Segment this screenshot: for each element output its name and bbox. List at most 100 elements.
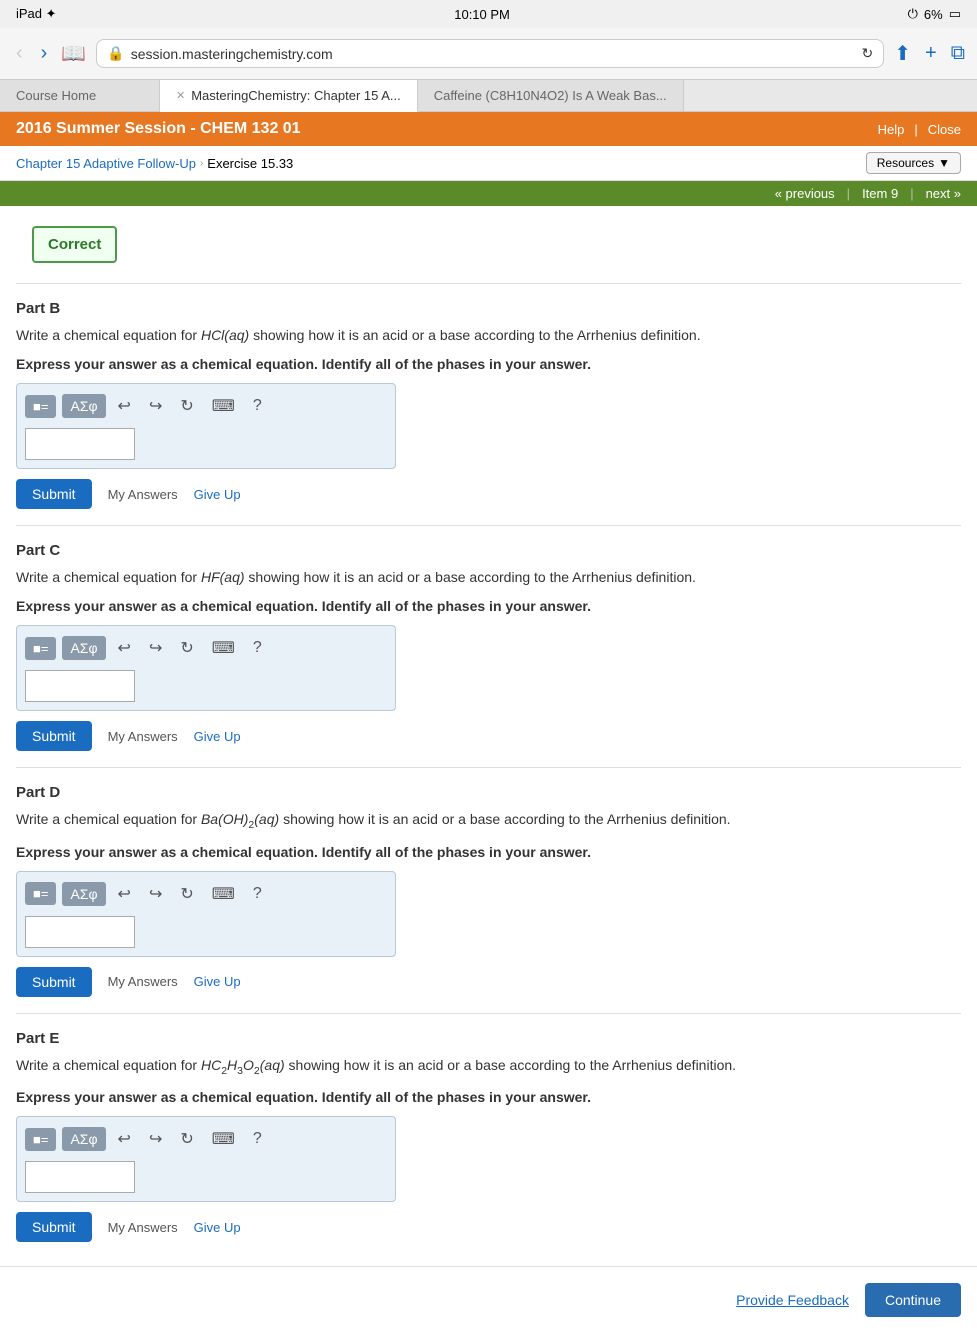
part-b-answer-box: ■= ΑΣφ ↩ ↪ ↻ ⌨ ? — [16, 383, 396, 469]
course-header: 2016 Summer Session - CHEM 132 01 Help |… — [0, 112, 977, 146]
part-e-formula: HC2H3O2(aq) — [201, 1057, 285, 1073]
forward-button[interactable]: › — [37, 42, 52, 65]
symbol-button[interactable]: ΑΣφ — [62, 1127, 105, 1151]
part-b-formula: HCl(aq) — [201, 327, 249, 343]
part-d-submit[interactable]: Submit — [16, 967, 92, 997]
matrix-button[interactable]: ■= — [25, 1128, 56, 1151]
tabs-icon[interactable]: ⧉ — [951, 42, 965, 65]
separator: | — [847, 186, 850, 201]
tab-label: Caffeine (C8H10N4O2) Is A Weak Bas... — [434, 88, 667, 103]
item-label: Item 9 — [862, 186, 898, 201]
course-header-links: Help | Close — [878, 122, 961, 137]
matrix-button[interactable]: ■= — [25, 637, 56, 660]
breadcrumb: Chapter 15 Adaptive Follow-Up › Exercise… — [16, 156, 293, 171]
part-e-input[interactable] — [25, 1161, 135, 1193]
lock-icon: 🔒 — [107, 45, 124, 62]
breadcrumb-bar: Chapter 15 Adaptive Follow-Up › Exercise… — [0, 146, 977, 181]
url-text: session.masteringchemistry.com — [131, 46, 333, 62]
part-c-description: Write a chemical equation for HF(aq) sho… — [16, 567, 961, 588]
correct-badge: Correct — [32, 226, 117, 263]
part-e-actions: Submit My Answers Give Up — [16, 1212, 961, 1242]
help-button[interactable]: ? — [247, 635, 268, 661]
undo-button[interactable]: ↩ — [112, 634, 137, 662]
part-c-input[interactable] — [25, 670, 135, 702]
status-bar-right: ⏻ 6% ▭ — [908, 6, 961, 22]
continue-button[interactable]: Continue — [865, 1283, 961, 1317]
part-b-give-up[interactable]: Give Up — [194, 487, 241, 502]
tab-caffeine[interactable]: Caffeine (C8H10N4O2) Is A Weak Bas... — [418, 80, 684, 111]
provide-feedback-link[interactable]: Provide Feedback — [736, 1292, 849, 1308]
status-bar: iPad ✦ 10:10 PM ⏻ 6% ▭ — [0, 0, 977, 28]
breadcrumb-separator: › — [200, 158, 203, 169]
keyboard-button[interactable]: ⌨ — [206, 392, 241, 420]
add-tab-icon[interactable]: + — [925, 42, 937, 65]
resources-button[interactable]: Resources ▼ — [866, 152, 961, 174]
breadcrumb-link[interactable]: Chapter 15 Adaptive Follow-Up — [16, 156, 196, 171]
symbol-button[interactable]: ΑΣφ — [62, 636, 105, 660]
help-button[interactable]: ? — [247, 393, 268, 419]
part-d-description: Write a chemical equation for Ba(OH)2(aq… — [16, 809, 961, 834]
part-c-answer-box: ■= ΑΣφ ↩ ↪ ↻ ⌨ ? — [16, 625, 396, 711]
part-b-input[interactable] — [25, 428, 135, 460]
part-b-submit[interactable]: Submit — [16, 479, 92, 509]
separator: | — [910, 186, 913, 201]
part-e-answer-box: ■= ΑΣφ ↩ ↪ ↻ ⌨ ? — [16, 1116, 396, 1202]
part-c-toolbar: ■= ΑΣφ ↩ ↪ ↻ ⌨ ? — [25, 634, 387, 662]
redo-button[interactable]: ↪ — [143, 880, 168, 908]
matrix-button[interactable]: ■= — [25, 882, 56, 905]
part-d-answer-box: ■= ΑΣφ ↩ ↪ ↻ ⌨ ? — [16, 871, 396, 957]
device-label: iPad ✦ — [16, 6, 57, 22]
part-e-section: Part E Write a chemical equation for HC2… — [16, 1013, 961, 1259]
refresh-button[interactable]: ↻ — [174, 880, 199, 908]
part-d-input[interactable] — [25, 916, 135, 948]
part-c-instruction: Express your answer as a chemical equati… — [16, 596, 961, 617]
close-link[interactable]: Close — [928, 122, 961, 137]
undo-button[interactable]: ↩ — [112, 392, 137, 420]
help-button[interactable]: ? — [247, 1126, 268, 1152]
previous-link[interactable]: « previous — [775, 186, 835, 201]
part-c-section: Part C Write a chemical equation for HF(… — [16, 525, 961, 767]
keyboard-button[interactable]: ⌨ — [206, 1125, 241, 1153]
redo-button[interactable]: ↪ — [143, 1125, 168, 1153]
part-b-description: Write a chemical equation for HCl(aq) sh… — [16, 325, 961, 346]
back-button[interactable]: ‹ — [12, 42, 27, 65]
undo-button[interactable]: ↩ — [112, 1125, 137, 1153]
help-link[interactable]: Help — [878, 122, 905, 137]
part-e-give-up[interactable]: Give Up — [194, 1220, 241, 1235]
share-icon[interactable]: ⬆ — [894, 41, 911, 66]
redo-button[interactable]: ↪ — [143, 634, 168, 662]
part-e-label: Part E — [16, 1030, 961, 1047]
symbol-button[interactable]: ΑΣφ — [62, 394, 105, 418]
refresh-button[interactable]: ↻ — [174, 1125, 199, 1153]
part-c-actions: Submit My Answers Give Up — [16, 721, 961, 751]
undo-button[interactable]: ↩ — [112, 880, 137, 908]
battery-bar: ▭ — [949, 6, 961, 22]
part-c-give-up[interactable]: Give Up — [194, 729, 241, 744]
bookmarks-icon[interactable]: 📖 — [61, 41, 86, 66]
part-d-give-up[interactable]: Give Up — [194, 974, 241, 989]
part-c-my-answers: My Answers — [108, 729, 178, 744]
tab-close-icon[interactable]: ✕ — [176, 89, 185, 102]
matrix-button[interactable]: ■= — [25, 395, 56, 418]
redo-button[interactable]: ↪ — [143, 392, 168, 420]
refresh-button[interactable]: ↻ — [174, 634, 199, 662]
part-d-instruction: Express your answer as a chemical equati… — [16, 842, 961, 863]
tab-mastering[interactable]: ✕ MasteringChemistry: Chapter 15 A... — [160, 80, 418, 112]
page-footer: Provide Feedback Continue — [0, 1266, 977, 1333]
refresh-button[interactable]: ↻ — [174, 392, 199, 420]
next-link[interactable]: next » — [926, 186, 961, 201]
battery-level: 6% — [924, 7, 943, 22]
url-bar[interactable]: 🔒 session.masteringchemistry.com ↻ — [96, 39, 884, 68]
help-button[interactable]: ? — [247, 881, 268, 907]
tab-course-home[interactable]: Course Home — [0, 80, 160, 111]
keyboard-button[interactable]: ⌨ — [206, 880, 241, 908]
part-c-submit[interactable]: Submit — [16, 721, 92, 751]
part-e-submit[interactable]: Submit — [16, 1212, 92, 1242]
part-c-formula: HF(aq) — [201, 569, 245, 585]
keyboard-button[interactable]: ⌨ — [206, 634, 241, 662]
correct-section: Correct — [0, 206, 977, 283]
refresh-icon[interactable]: ↻ — [862, 45, 874, 62]
browser-tabs: Course Home ✕ MasteringChemistry: Chapte… — [0, 80, 977, 112]
chevron-down-icon: ▼ — [938, 156, 950, 170]
symbol-button[interactable]: ΑΣφ — [62, 882, 105, 906]
